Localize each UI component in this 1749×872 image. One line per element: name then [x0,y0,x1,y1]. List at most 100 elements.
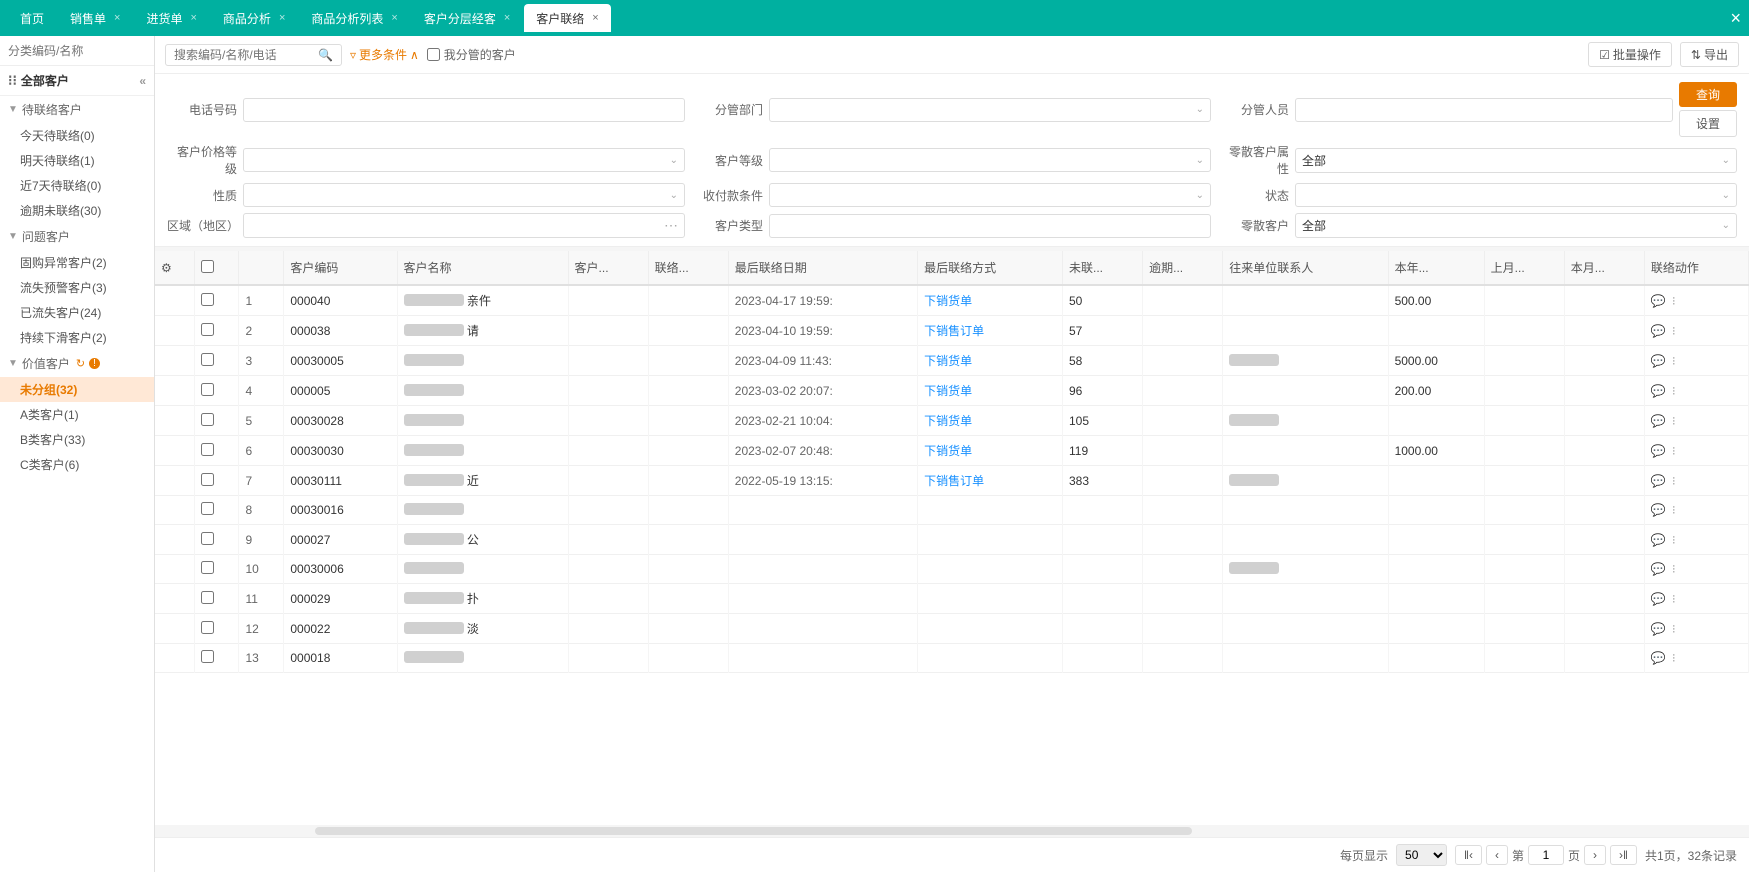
sidebar-item-overdue[interactable]: 逾期未联络(30) [0,198,154,223]
my-customers-checkbox[interactable]: 我分管的客户 [427,46,516,63]
close-purchase-icon[interactable]: × [190,12,196,24]
row-last-method[interactable] [918,555,1063,584]
payment-select[interactable]: ⌄ [769,183,1211,207]
chat-action-icon[interactable]: 💬 [1651,592,1666,606]
grid-action-icon[interactable]: ⁝ [1672,354,1676,368]
row-checkbox[interactable] [195,436,239,466]
row-last-method[interactable] [918,614,1063,644]
sidebar-item-churn-warning[interactable]: 流失预警客户(3) [0,275,154,300]
region-input[interactable]: ⋯ [243,213,685,238]
chat-action-icon[interactable]: 💬 [1651,444,1666,458]
tab-product-analysis[interactable]: 商品分析 × [211,4,297,32]
grid-action-icon[interactable]: ⁝ [1672,562,1676,576]
row-last-method[interactable]: 下销货单 [918,285,1063,316]
sidebar-item-tomorrow[interactable]: 明天待联络(1) [0,148,154,173]
chat-action-icon[interactable]: 💬 [1651,294,1666,308]
row-last-method[interactable]: 下销售订单 [918,316,1063,346]
tab-product-list[interactable]: 商品分析列表 × [299,4,409,32]
row-checkbox[interactable] [195,466,239,496]
row-checkbox[interactable] [195,584,239,614]
col-overdue[interactable]: 逾期... [1143,251,1223,285]
sidebar-item-today[interactable]: 今天待联络(0) [0,123,154,148]
search-icon[interactable]: 🔍 [318,48,333,62]
col-code[interactable]: 客户编码 [284,251,397,285]
problem-group-header[interactable]: ▼ 问题客户 [0,223,154,250]
close-window-icon[interactable]: × [1730,8,1741,29]
value-refresh-icon[interactable]: ↻ [76,357,85,370]
close-sales-icon[interactable]: × [114,12,120,24]
grid-action-icon[interactable]: ⁝ [1672,651,1676,665]
last-page-btn[interactable]: ›‖ [1610,845,1637,865]
close-product-analysis-icon[interactable]: × [279,12,285,24]
status-select[interactable]: ⌄ [1295,183,1737,207]
col-this-year[interactable]: 本年... [1388,251,1484,285]
row-last-method[interactable]: 下销货单 [918,346,1063,376]
search-input[interactable] [174,48,314,62]
row-last-method[interactable] [918,644,1063,673]
sidebar-search-input[interactable] [8,44,155,58]
phone-input[interactable] [243,98,685,122]
chat-action-icon[interactable]: 💬 [1651,622,1666,636]
all-customers-section[interactable]: ⁝⁝ 全部客户 « [0,66,154,96]
close-product-list-icon[interactable]: × [391,12,397,24]
manager-input[interactable] [1295,98,1673,122]
chat-action-icon[interactable]: 💬 [1651,414,1666,428]
chat-action-icon[interactable]: 💬 [1651,651,1666,665]
col-settings[interactable]: ⚙ [155,251,195,285]
col-name[interactable]: 客户名称 [397,251,568,285]
grid-action-icon[interactable]: ⁝ [1672,324,1676,338]
nature-select[interactable]: ⌄ [243,183,685,207]
grid-action-icon[interactable]: ⁝ [1672,533,1676,547]
col-type[interactable]: 客户... [568,251,648,285]
retail-attr-select[interactable]: 全部⌄ [1295,148,1737,173]
grid-action-icon[interactable]: ⁝ [1672,384,1676,398]
chat-action-icon[interactable]: 💬 [1651,354,1666,368]
row-checkbox[interactable] [195,346,239,376]
row-checkbox[interactable] [195,285,239,316]
row-checkbox[interactable] [195,525,239,555]
next-page-btn[interactable]: › [1584,845,1606,865]
reset-btn[interactable]: 设置 [1679,110,1737,137]
row-checkbox[interactable] [195,496,239,525]
row-last-method[interactable]: 下销货单 [918,376,1063,406]
sidebar-item-class-c[interactable]: C类客户(6) [0,452,154,477]
chat-action-icon[interactable]: 💬 [1651,324,1666,338]
chat-action-icon[interactable]: 💬 [1651,474,1666,488]
col-this-month[interactable]: 本月... [1564,251,1644,285]
chat-action-icon[interactable]: 💬 [1651,384,1666,398]
per-page-select[interactable]: 50 100 200 [1396,844,1447,866]
sidebar-item-declining[interactable]: 持续下滑客户(2) [0,325,154,350]
collapse-icon[interactable]: « [139,74,146,88]
col-last-date[interactable]: 最后联络日期 [728,251,917,285]
horizontal-scrollbar[interactable] [315,827,1192,835]
chat-action-icon[interactable]: 💬 [1651,503,1666,517]
close-customer-segment-icon[interactable]: × [504,12,510,24]
tab-home[interactable]: 首页 [8,4,56,32]
chat-action-icon[interactable]: 💬 [1651,562,1666,576]
my-customers-check[interactable] [427,48,440,61]
chat-action-icon[interactable]: 💬 [1651,533,1666,547]
grid-action-icon[interactable]: ⁝ [1672,474,1676,488]
row-last-method[interactable]: 下销售订单 [918,466,1063,496]
value-group-header[interactable]: ▼ 价值客户 ↻ ! [0,350,154,377]
first-page-btn[interactable]: ‖‹ [1455,845,1482,865]
sidebar-item-7days[interactable]: 近7天待联络(0) [0,173,154,198]
filter-more-btn[interactable]: ▿ 更多条件 ∧ [350,46,419,63]
select-all-checkbox[interactable] [201,260,214,273]
tab-customer-segment[interactable]: 客户分层经客 × [412,4,522,32]
col-no-contact[interactable]: 未联... [1062,251,1142,285]
col-contact[interactable]: 联络... [648,251,728,285]
grid-action-icon[interactable]: ⁝ [1672,444,1676,458]
page-input[interactable] [1528,845,1564,865]
prev-page-btn[interactable]: ‹ [1486,845,1508,865]
col-last-month[interactable]: 上月... [1484,251,1564,285]
col-last-method[interactable]: 最后联络方式 [918,251,1063,285]
grid-action-icon[interactable]: ⁝ [1672,414,1676,428]
grid-action-icon[interactable]: ⁝ [1672,592,1676,606]
grid-action-icon[interactable]: ⁝ [1672,622,1676,636]
sidebar-item-ungrouped[interactable]: 未分组(32) [0,377,154,402]
tab-customer-contact[interactable]: 客户联络 × [524,4,610,32]
query-btn[interactable]: 查询 [1679,82,1737,107]
row-checkbox[interactable] [195,644,239,673]
col-company-contact[interactable]: 往来单位联系人 [1223,251,1388,285]
